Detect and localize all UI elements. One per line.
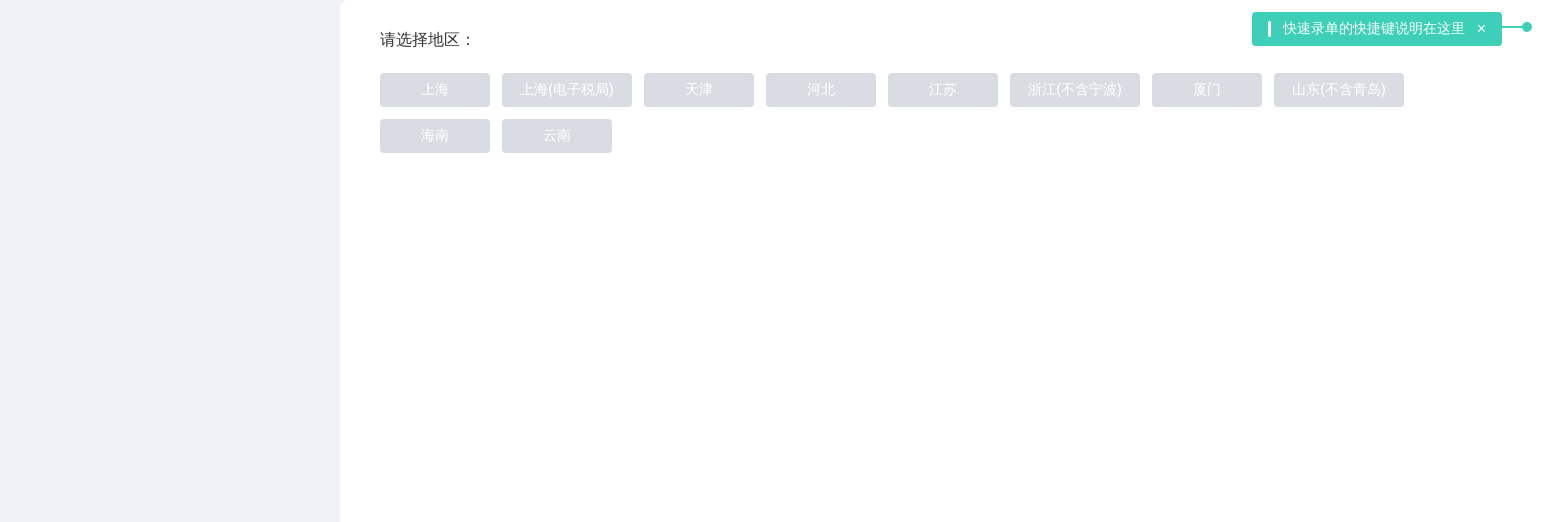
region-button-江苏[interactable]: 江苏 [888,73,998,107]
region-button-海南[interactable]: 海南 [380,119,490,153]
tooltip-banner: 快速录单的快捷键说明在这里 × [1252,12,1502,46]
region-button-上海[interactable]: 上海 [380,73,490,107]
region-button-河北[interactable]: 河北 [766,73,876,107]
region-button-云南[interactable]: 云南 [502,119,612,153]
tooltip-close-button[interactable]: × [1477,21,1486,37]
region-button-上海(电子税局)[interactable]: 上海(电子税局) [502,73,632,107]
tooltip-text: 快速录单的快捷键说明在这里 [1283,20,1465,38]
tooltip-line [1501,26,1523,28]
tooltip-bar [1268,21,1271,37]
region-buttons: 上海上海(电子税局) 天津河北江苏浙江(不含宁波) 厦门山东(不含青岛) 海南云南 [380,73,1522,153]
region-button-厦门[interactable]: 厦门 [1152,73,1262,107]
region-button-天津[interactable]: 天津 [644,73,754,107]
tooltip-dot [1522,22,1532,32]
region-button-山东(不含青岛)[interactable]: 山东(不含青岛) [1274,73,1404,107]
main-content: 请选择地区： 上海上海(电子税局)天津河北江苏浙江(不含宁波)厦门山东(不含青岛… [340,0,1562,522]
region-button-浙江(不含宁波)[interactable]: 浙江(不含宁波) [1010,73,1140,107]
left-sidebar [0,0,340,522]
